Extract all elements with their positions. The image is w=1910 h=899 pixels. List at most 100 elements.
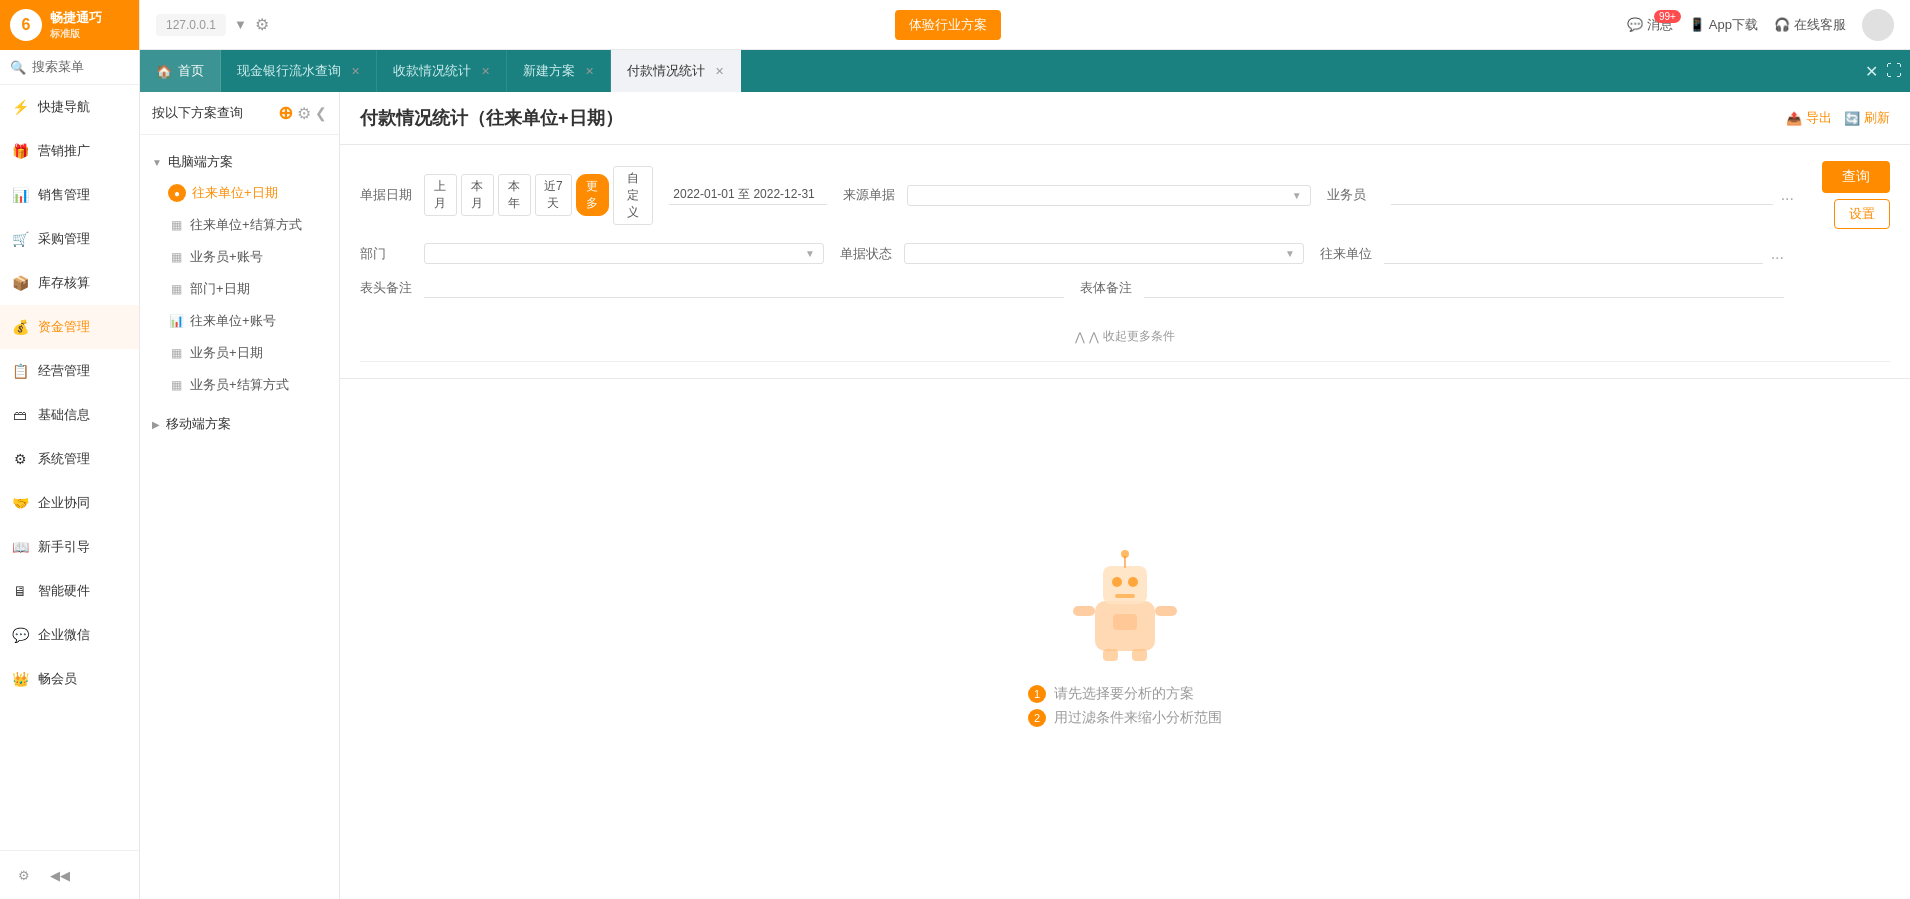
trial-button[interactable]: 体验行业方案 xyxy=(895,10,1001,40)
tab-cashflow[interactable]: 现金银行流水查询 ✕ xyxy=(221,50,377,92)
search-icon: 🔍 xyxy=(10,60,26,75)
date-btn-this-month[interactable]: 本月 xyxy=(461,174,494,216)
logo-icon: 6 xyxy=(10,9,42,41)
basic-icon: 🗃 xyxy=(10,405,30,425)
topbar-right: 💬 消息 99+ 📱 App下载 🎧 在线客服 xyxy=(1627,9,1894,41)
app-icon: 📱 xyxy=(1689,17,1705,32)
partner-input[interactable] xyxy=(1384,244,1763,264)
staff-label: 业务员 xyxy=(1327,186,1383,204)
scheme-item-icon: ▦ xyxy=(168,249,184,265)
sidebar-item-finance[interactable]: 💰 资金管理 xyxy=(0,305,139,349)
date-btn-custom[interactable]: 自定义 xyxy=(613,166,653,225)
scheme-item-partner-payment[interactable]: ▦ 往来单位+结算方式 xyxy=(140,209,339,241)
collab-icon: 🤝 xyxy=(10,493,30,513)
filter-panel: 单据日期 上月 本月 本年 近7天 更多 自定义 xyxy=(340,145,1910,379)
mobile-arrow-icon: ▶ xyxy=(152,419,160,430)
date-range-input[interactable] xyxy=(669,186,827,205)
sidebar-item-hardware[interactable]: 🖥 智能硬件 xyxy=(0,569,139,613)
member-icon: 👑 xyxy=(10,669,30,689)
sidebar-item-marketing[interactable]: 🎁 营销推广 xyxy=(0,129,139,173)
sidebar-item-operations[interactable]: 📋 经营管理 xyxy=(0,349,139,393)
tab-home[interactable]: 🏠 首页 xyxy=(140,50,221,92)
query-button[interactable]: 查询 xyxy=(1822,161,1890,193)
scheme-item-label: 往来单位+结算方式 xyxy=(190,216,302,234)
date-btn-more[interactable]: 更多 xyxy=(576,174,609,216)
body-note-input[interactable] xyxy=(1144,278,1784,298)
svg-rect-9 xyxy=(1103,649,1118,661)
tab-new-scheme-close[interactable]: ✕ xyxy=(585,65,594,78)
scheme-item-partner-date[interactable]: ● 往来单位+日期 xyxy=(140,177,339,209)
filter-settings-button[interactable]: 设置 xyxy=(1834,199,1890,229)
head-note-input[interactable] xyxy=(424,278,1064,298)
scheme-item-staff-account[interactable]: ▦ 业务员+账号 xyxy=(140,241,339,273)
sidebar-item-weixin[interactable]: 💬 企业微信 xyxy=(0,613,139,657)
search-menu[interactable]: 🔍 搜索菜单 xyxy=(0,50,139,85)
date-btn-last-month[interactable]: 上月 xyxy=(424,174,457,216)
sidebar-collapse-button[interactable]: ◀◀ xyxy=(46,861,74,889)
sidebar-item-label: 企业协同 xyxy=(38,494,90,512)
sidebar-item-system[interactable]: ⚙ 系统管理 xyxy=(0,437,139,481)
source-select[interactable]: ▼ xyxy=(907,185,1310,206)
empty-state: 1 请先选择要分析的方案 2 用过滤条件来缩小分析范围 xyxy=(340,379,1910,899)
source-label: 来源单据 xyxy=(843,186,899,204)
partner-label: 往来单位 xyxy=(1320,245,1376,263)
sidebar-item-guide[interactable]: 📖 新手引导 xyxy=(0,525,139,569)
tab-receipt-close[interactable]: ✕ xyxy=(481,65,490,78)
tab-payment-stats[interactable]: 付款情况统计 ✕ xyxy=(611,50,741,92)
user-avatar[interactable] xyxy=(1862,9,1894,41)
status-select[interactable]: ▼ xyxy=(904,243,1304,264)
tab-receipt-stats[interactable]: 收款情况统计 ✕ xyxy=(377,50,507,92)
staff-dots[interactable]: ... xyxy=(1781,186,1794,204)
sidebar-item-sales[interactable]: 📊 销售管理 xyxy=(0,173,139,217)
scheme-group-desktop-header[interactable]: ▼ 电脑端方案 xyxy=(140,147,339,177)
body-note-label: 表体备注 xyxy=(1080,279,1136,297)
scheme-item-staff-payment[interactable]: ▦ 业务员+结算方式 xyxy=(140,369,339,401)
svg-rect-1 xyxy=(1103,566,1147,604)
topbar-dropdown-icon[interactable]: ▼ xyxy=(234,17,247,32)
dept-select[interactable]: ▼ xyxy=(424,243,824,264)
sidebar-item-inventory[interactable]: 📦 库存核算 xyxy=(0,261,139,305)
collapse-button[interactable]: ⋀ ⋀ 收起更多条件 xyxy=(1067,320,1182,353)
scheme-item-label: 业务员+结算方式 xyxy=(190,376,289,394)
scheme-add-button[interactable]: ⊕ xyxy=(278,102,293,124)
tab-payment-close[interactable]: ✕ xyxy=(715,65,724,78)
refresh-button[interactable]: 🔄 刷新 xyxy=(1844,109,1890,127)
refresh-icon: 🔄 xyxy=(1844,111,1860,126)
scheme-item-partner-account[interactable]: 📊 往来单位+账号 xyxy=(140,305,339,337)
sidebar-item-collab[interactable]: 🤝 企业协同 xyxy=(0,481,139,525)
message-icon: 💬 xyxy=(1627,17,1643,32)
tab-cashflow-close[interactable]: ✕ xyxy=(351,65,360,78)
staff-input[interactable] xyxy=(1391,185,1773,205)
message-button[interactable]: 💬 消息 99+ xyxy=(1627,16,1673,34)
scheme-item-dept-date[interactable]: ▦ 部门+日期 xyxy=(140,273,339,305)
close-tab-icon[interactable]: ✕ xyxy=(1865,62,1878,81)
scheme-settings-button[interactable]: ⚙ xyxy=(297,104,311,123)
scheme-group-mobile-header[interactable]: ▶ 移动端方案 xyxy=(140,409,339,439)
scheme-collapse-button[interactable]: ❮ xyxy=(315,105,327,121)
page-actions: 📤 导出 🔄 刷新 xyxy=(1786,109,1890,127)
scheme-item-label: 业务员+日期 xyxy=(190,344,263,362)
app-download-button[interactable]: 📱 App下载 xyxy=(1689,16,1758,34)
scheme-item-staff-date[interactable]: ▦ 业务员+日期 xyxy=(140,337,339,369)
sidebar-settings-button[interactable]: ⚙ xyxy=(10,861,38,889)
tab-new-scheme[interactable]: 新建方案 ✕ xyxy=(507,50,611,92)
sidebar-item-quick-nav[interactable]: ⚡ 快捷导航 xyxy=(0,85,139,129)
app-download-label: App下载 xyxy=(1709,16,1758,34)
export-button[interactable]: 📤 导出 xyxy=(1786,109,1832,127)
expand-tab-icon[interactable]: ⛶ xyxy=(1886,62,1902,80)
filter-dept-item: 部门 ▼ xyxy=(360,243,824,264)
scheme-header: 按以下方案查询 ⊕ ⚙ ❮ xyxy=(140,92,339,135)
online-service-button[interactable]: 🎧 在线客服 xyxy=(1774,16,1846,34)
sidebar-item-purchase[interactable]: 🛒 采购管理 xyxy=(0,217,139,261)
logo-sub: 标准版 xyxy=(50,27,102,41)
scheme-item-label: 部门+日期 xyxy=(190,280,250,298)
date-btn-this-year[interactable]: 本年 xyxy=(498,174,531,216)
partner-dots[interactable]: ... xyxy=(1771,245,1784,263)
tab-payment-label: 付款情况统计 xyxy=(627,62,705,80)
sidebar-item-member[interactable]: 👑 畅会员 xyxy=(0,657,139,701)
filter-partner-item: 往来单位 ... xyxy=(1320,244,1784,264)
topbar-settings-icon[interactable]: ⚙ xyxy=(255,15,269,34)
sidebar-item-basic[interactable]: 🗃 基础信息 xyxy=(0,393,139,437)
filter-source-item: 来源单据 ▼ xyxy=(843,185,1310,206)
date-btn-7days[interactable]: 近7天 xyxy=(535,174,572,216)
